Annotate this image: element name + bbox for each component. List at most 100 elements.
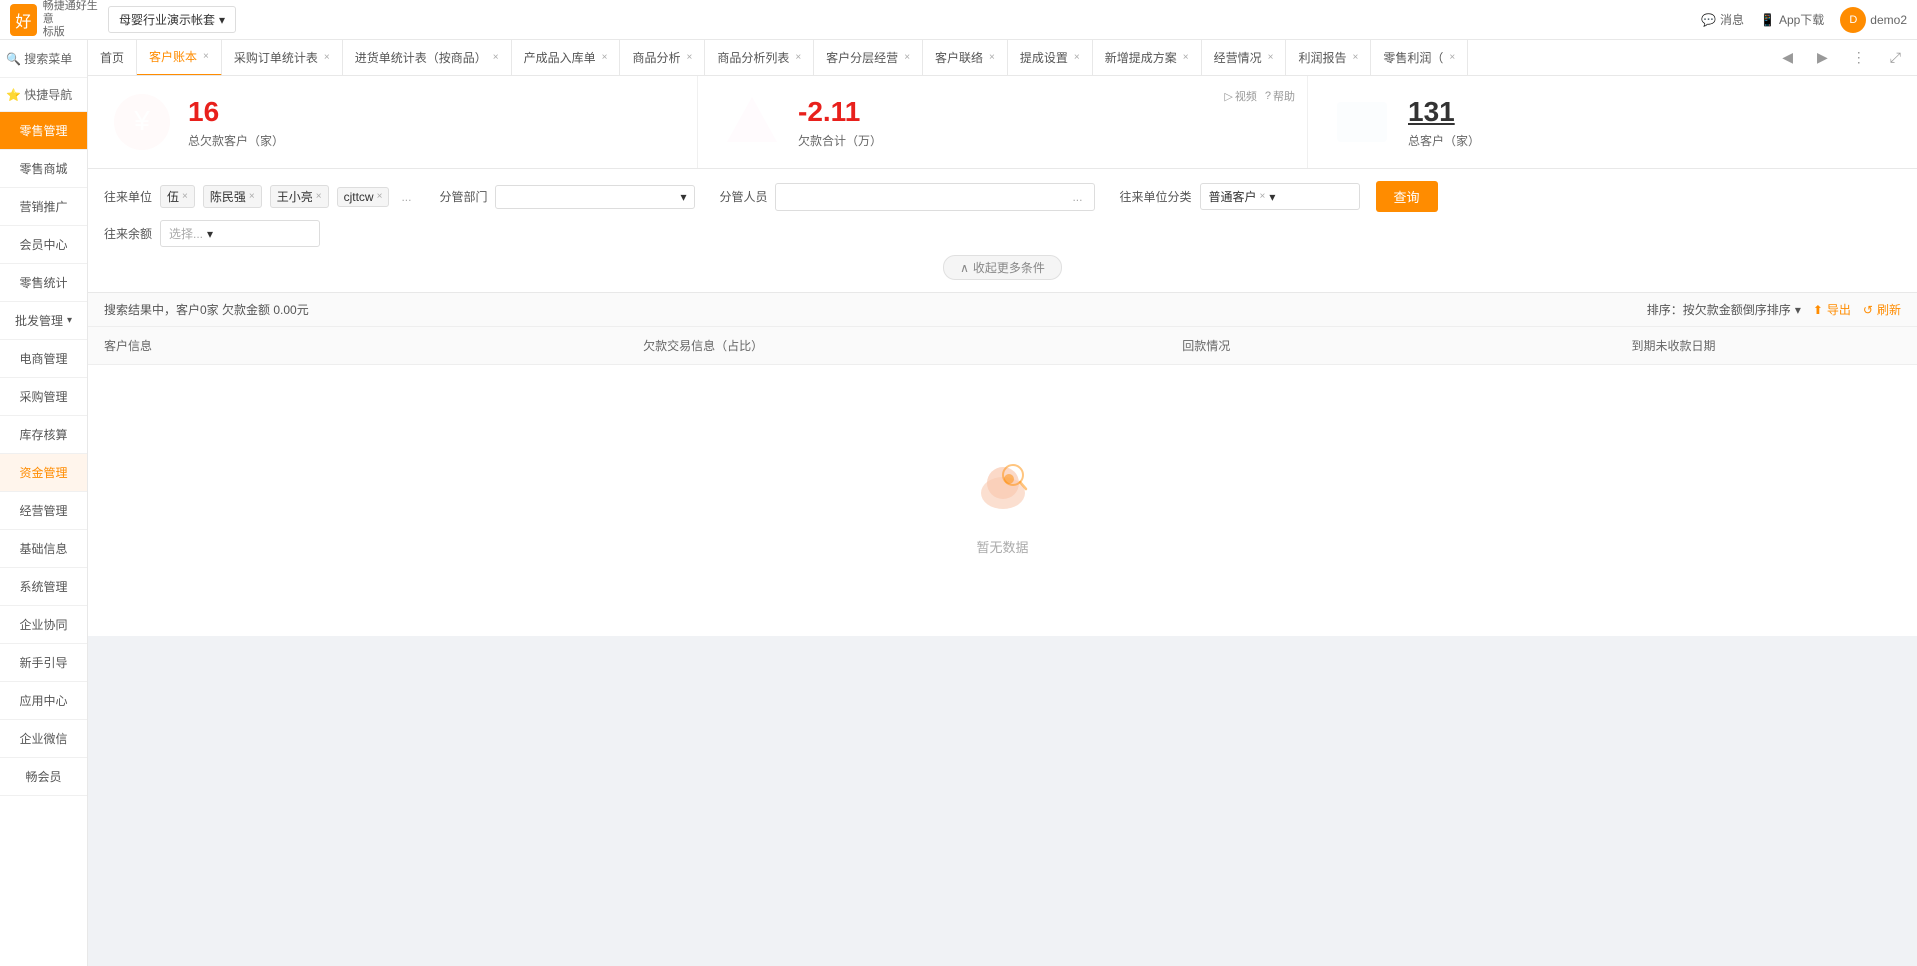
sidebar-item-member-center[interactable]: 会员中心 (0, 226, 87, 264)
tab-close-product-inbound[interactable]: × (602, 52, 608, 63)
category-filter-select[interactable]: 普通客户 × ▾ (1200, 183, 1360, 210)
person-filter-label: 分管人员 (719, 188, 767, 205)
sidebar-item-vip-member[interactable]: 畅会员 (0, 758, 87, 796)
col-header-debt: 欠款交易信息（占比） (643, 337, 1182, 354)
video-help-link[interactable]: ▷ 视频 (1224, 88, 1256, 104)
sidebar-item-quick-nav[interactable]: ⭐ 快捷导航 (0, 78, 87, 112)
app-download-button[interactable]: 📱 App下载 (1760, 11, 1824, 28)
stat-value-customers[interactable]: 131 (1408, 96, 1893, 128)
tab-close-operations[interactable]: × (1268, 52, 1274, 63)
sidebar-item-ecommerce[interactable]: 电商管理 (0, 340, 87, 378)
sidebar-item-wholesale-mgmt[interactable]: 批发管理 ▾ (0, 302, 87, 340)
sidebar-item-finance[interactable]: 资金管理 (0, 454, 87, 492)
filter-tag-wu-close[interactable]: × (182, 191, 188, 202)
filter-tag-cjttcw-close[interactable]: × (377, 191, 383, 202)
chevron-down-icon-balance: ▾ (207, 227, 213, 241)
tab-inbound-stats[interactable]: 进货单统计表（按商品） × (343, 40, 512, 76)
unit-filter-label: 往来单位 (104, 188, 152, 205)
store-selector[interactable]: 母婴行业演示帐套 ▾ (108, 6, 236, 33)
tab-promotion-settings[interactable]: 提成设置 × (1008, 40, 1093, 76)
tab-close-promotion-settings[interactable]: × (1074, 52, 1080, 63)
filter-more-btn[interactable]: ... (397, 188, 415, 206)
top-right-actions: 💬 消息 📱 App下载 D demo2 (1701, 7, 1907, 33)
tab-close-purchase-order[interactable]: × (324, 52, 330, 63)
tab-close-profit[interactable]: × (1352, 52, 1358, 63)
tab-close-customer-segment[interactable]: × (904, 52, 910, 63)
tab-product-analysis-list[interactable]: 商品分析列表 × (705, 40, 814, 76)
tab-profit-report[interactable]: 利润报告 × (1286, 40, 1371, 76)
balance-filter-select[interactable]: 选择... ▾ (160, 220, 320, 247)
empty-text: 暂无数据 (976, 537, 1028, 556)
filter-tag-wangxiaoliang-close[interactable]: × (316, 191, 322, 202)
filter-row-2: 往来余额 选择... ▾ (104, 220, 1901, 247)
sidebar-item-retail-stats[interactable]: 零售统计 (0, 264, 87, 302)
dept-filter-select[interactable]: ▾ (495, 185, 695, 209)
col-header-repay: 回款情况 (1182, 337, 1631, 354)
refresh-button[interactable]: ↺ 刷新 (1863, 301, 1901, 318)
stat-card-credit-customers: ¥ 16 总欠款客户（家） (88, 76, 698, 168)
tab-product-inbound[interactable]: 产成品入库单 × (512, 40, 621, 76)
tab-close-customer-book[interactable]: × (203, 51, 209, 62)
sidebar-item-inventory[interactable]: 库存核算 (0, 416, 87, 454)
tab-retail-profit[interactable]: 零售利润（ × (1371, 40, 1468, 76)
tab-expand[interactable]: ⤢ (1882, 49, 1909, 66)
filter-tag-wu: 伍 × (160, 185, 195, 208)
tab-close-customer-contact[interactable]: × (989, 52, 995, 63)
tab-nav-left[interactable]: ◀ (1774, 49, 1801, 66)
export-icon: ⬆ (1813, 303, 1823, 317)
person-filter-more[interactable]: ... (1068, 188, 1086, 206)
sidebar-item-marketing[interactable]: 营销推广 (0, 188, 87, 226)
sidebar-item-operations[interactable]: 经营管理 (0, 492, 87, 530)
tab-new-promotion[interactable]: 新增提成方案 × (1093, 40, 1202, 76)
tab-product-analysis[interactable]: 商品分析 × (620, 40, 705, 76)
stat-card-total-customers: 131 总客户（家） (1308, 76, 1917, 168)
tab-close-product-analysis-list[interactable]: × (795, 52, 801, 63)
sidebar-item-retail-mall[interactable]: 零售商城 (0, 150, 87, 188)
tab-purchase-order-stats[interactable]: 采购订单统计表 × (222, 40, 343, 76)
filter-tag-chenminqiang-close[interactable]: × (249, 191, 255, 202)
tab-home[interactable]: 首页 (88, 40, 137, 76)
tab-operations-status[interactable]: 经营情况 × (1202, 40, 1287, 76)
person-filter-select[interactable]: ... (775, 183, 1095, 211)
stat-icon-customers (1332, 92, 1392, 152)
stat-card-total-debt: -2.11 欠款合计（万） ▷ 视频 ? 帮助 (698, 76, 1308, 168)
user-avatar[interactable]: D demo2 (1840, 7, 1907, 33)
query-button[interactable]: 查询 (1376, 181, 1438, 212)
filter-area: 往来单位 伍 × 陈民强 × 王小亮 × cjttcw (88, 169, 1917, 293)
collapse-button[interactable]: ∧ 收起更多条件 (943, 255, 1062, 280)
data-table: 客户信息 欠款交易信息（占比） 回款情况 到期未收款日期 (88, 327, 1917, 636)
sidebar-item-basic-info[interactable]: 基础信息 (0, 530, 87, 568)
tab-close-product-analysis[interactable]: × (686, 52, 692, 63)
tab-menu[interactable]: ⋮ (1844, 49, 1874, 66)
tab-close-inbound[interactable]: × (493, 52, 499, 63)
tab-customer-segment[interactable]: 客户分层经营 × (814, 40, 923, 76)
category-tag-close[interactable]: × (1260, 191, 1266, 202)
export-button[interactable]: ⬆ 导出 (1813, 301, 1851, 318)
logo-area: 好 畅捷通好生意 标版 (10, 0, 98, 39)
sidebar-item-purchase[interactable]: 采购管理 (0, 378, 87, 416)
col-header-date: 到期未收款日期 (1631, 337, 1901, 354)
sidebar: 🔍 搜索菜单 ⭐ 快捷导航 零售管理 零售商城 营销推广 会员中心 零售统计 批… (0, 40, 88, 966)
sidebar-item-retail-mgmt[interactable]: 零售管理 (0, 112, 87, 150)
tab-customer-book[interactable]: 客户账本 × (137, 40, 222, 76)
tab-nav-right[interactable]: ▶ (1809, 49, 1836, 66)
stat-label-customers: 总客户（家） (1408, 132, 1893, 149)
tab-customer-contact[interactable]: 客户联络 × (923, 40, 1008, 76)
sidebar-item-sys-mgmt[interactable]: 系统管理 (0, 568, 87, 606)
sidebar-item-enterprise-wechat[interactable]: 企业微信 (0, 720, 87, 758)
dept-filter-label: 分管部门 (439, 188, 487, 205)
message-button[interactable]: 💬 消息 (1701, 11, 1744, 28)
tab-close-new-promotion[interactable]: × (1183, 52, 1189, 63)
sort-selector[interactable]: 排序：按欠款金额倒序排序 ▾ (1647, 301, 1801, 318)
sidebar-item-search[interactable]: 🔍 搜索菜单 (0, 40, 87, 78)
sidebar-item-new-guide[interactable]: 新手引导 (0, 644, 87, 682)
tab-close-retail-profit[interactable]: × (1449, 52, 1455, 63)
category-filter-label: 往来单位分类 (1119, 188, 1191, 205)
stat-help-area: ▷ 视频 ? 帮助 (1224, 88, 1295, 104)
sidebar-item-enterprise[interactable]: 企业协同 (0, 606, 87, 644)
results-bar: 搜索结果中，客户0家 欠款金额 0.00元 排序：按欠款金额倒序排序 ▾ ⬆ 导… (88, 293, 1917, 327)
sidebar-item-app-center[interactable]: 应用中心 (0, 682, 87, 720)
help-link[interactable]: ? 帮助 (1265, 88, 1295, 104)
chevron-down-icon-sort: ▾ (1795, 303, 1801, 317)
top-bar: 好 畅捷通好生意 标版 母婴行业演示帐套 ▾ 💬 消息 📱 App下载 D de… (0, 0, 1917, 40)
